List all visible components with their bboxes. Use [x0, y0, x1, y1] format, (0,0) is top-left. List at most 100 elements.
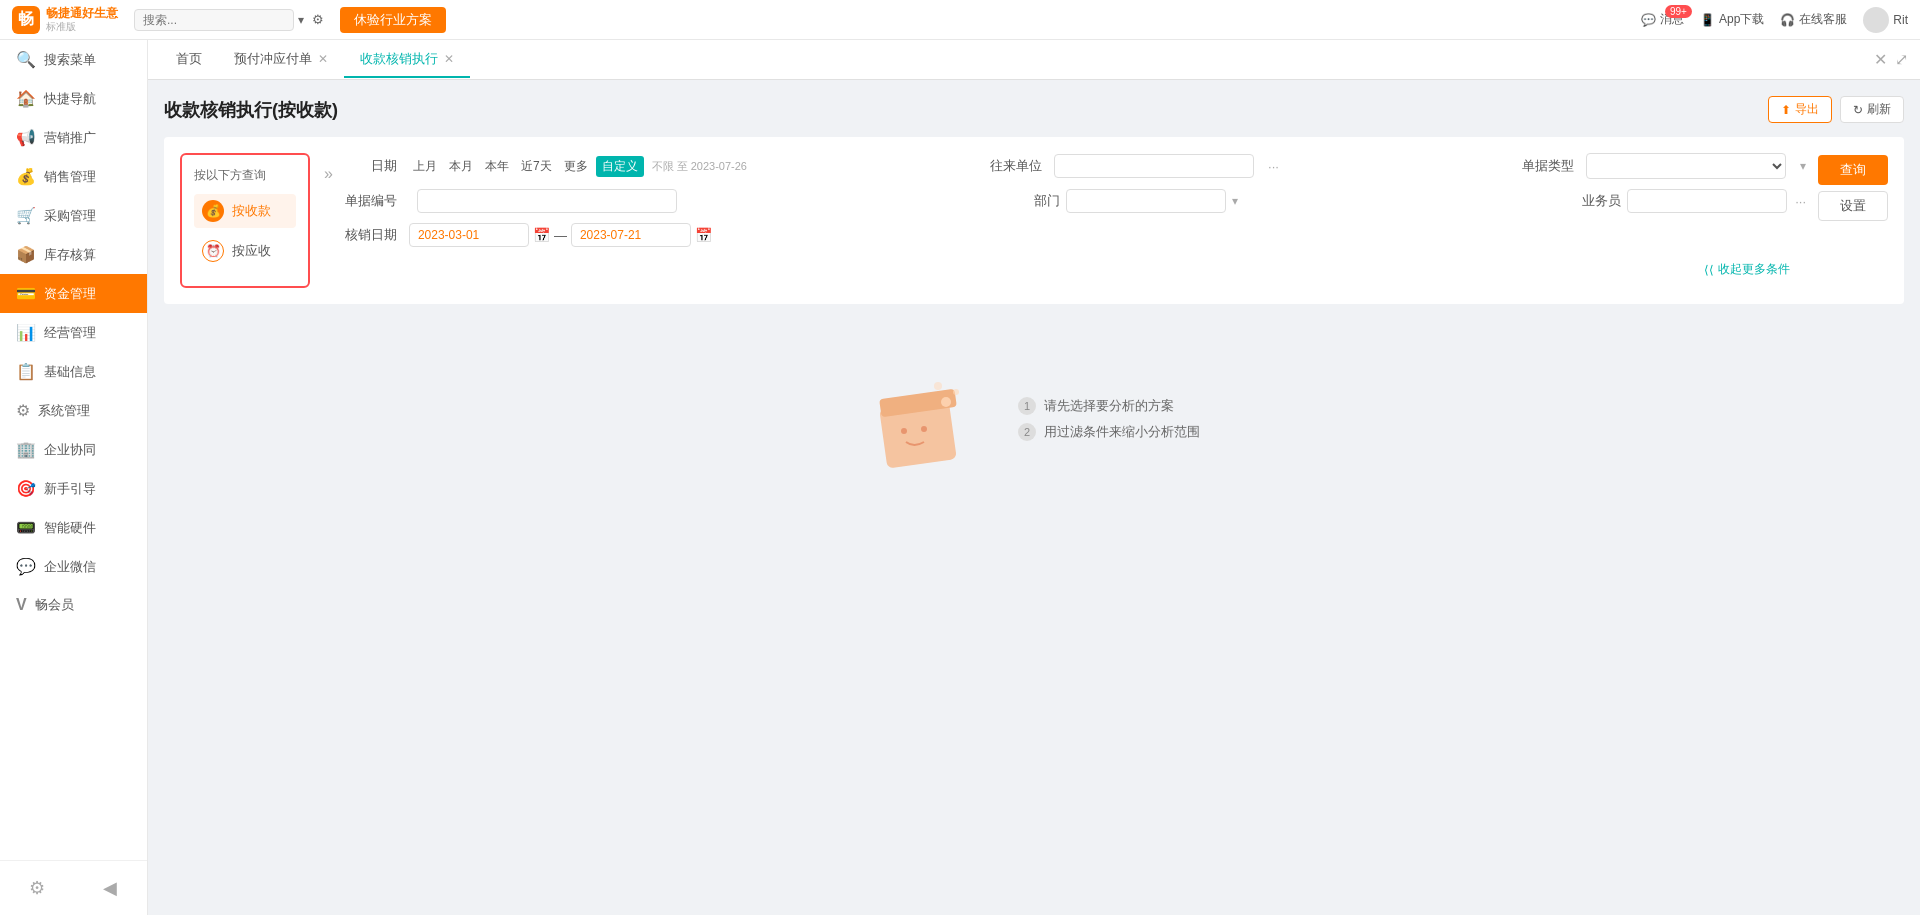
inventory-icon: 📦: [16, 245, 36, 264]
tab-prepay[interactable]: 预付冲应付单 ✕: [218, 42, 344, 78]
svg-point-6: [934, 382, 942, 390]
hint-item-2: 2 用过滤条件来缩小分析范围: [1018, 423, 1200, 441]
message-badge: 99+: [1665, 5, 1692, 18]
tab-expand-icon[interactable]: ⤢: [1895, 50, 1908, 69]
hint-text-2: 用过滤条件来缩小分析范围: [1044, 423, 1200, 441]
hint-num-2: 2: [1018, 423, 1036, 441]
export-icon: ⬆: [1781, 103, 1791, 117]
sidebar-item-finance[interactable]: 💳 资金管理: [0, 274, 147, 313]
sidebar-collapse-btn[interactable]: ◀: [74, 869, 148, 907]
filter-collapse-btn[interactable]: »: [324, 153, 333, 183]
tab-prepay-label: 预付冲应付单: [234, 50, 312, 68]
marketing-icon: 📢: [16, 128, 36, 147]
writeoff-end-calendar-icon[interactable]: 📅: [695, 227, 712, 243]
writeoff-date-end[interactable]: [571, 223, 691, 247]
sidebar-item-vip[interactable]: V 畅会员: [0, 586, 147, 624]
page-header-actions: ⬆ 导出 ↻ 刷新: [1768, 96, 1904, 123]
doc-type-select[interactable]: [1586, 153, 1786, 179]
collapse-more-btn[interactable]: ⟨⟨ 收起更多条件: [1704, 261, 1790, 278]
sidebar-item-basic-info[interactable]: 📋 基础信息: [0, 352, 147, 391]
tab-receive-writeoff-close[interactable]: ✕: [444, 52, 454, 66]
doc-no-input[interactable]: [417, 189, 677, 213]
date-tab-last-month[interactable]: 上月: [409, 156, 441, 177]
date-tab-custom[interactable]: 自定义: [596, 156, 644, 177]
writeoff-date-inputs: 📅 — 📅: [409, 223, 712, 247]
filter-row-docno: 单据编号 部门 ▾ 业务员 ···: [345, 189, 1806, 213]
sidebar-item-label: 采购管理: [44, 207, 96, 225]
sidebar-settings-btn[interactable]: ⚙: [0, 869, 74, 907]
sidebar-item-guide[interactable]: 🎯 新手引导: [0, 469, 147, 508]
app-download-label: App下载: [1719, 11, 1764, 28]
finance-icon: 💳: [16, 284, 36, 303]
user-area[interactable]: Rit: [1863, 7, 1908, 33]
sidebar-item-inventory[interactable]: 📦 库存核算: [0, 235, 147, 274]
writeoff-start-calendar-icon[interactable]: 📅: [533, 227, 550, 243]
date-tab-more[interactable]: 更多: [560, 156, 592, 177]
writeoff-date-label: 核销日期: [345, 226, 397, 244]
tab-home[interactable]: 首页: [160, 42, 218, 78]
tab-bar-actions: ✕ ⤢: [1874, 50, 1908, 69]
topbar-dropdown-icon[interactable]: ▾: [298, 13, 304, 27]
sidebar-item-operations[interactable]: 📊 经营管理: [0, 313, 147, 352]
tab-bar: 首页 预付冲应付单 ✕ 收款核销执行 ✕ ✕ ⤢: [148, 40, 1920, 80]
date-tab-this-year[interactable]: 本年: [481, 156, 513, 177]
dept-input[interactable]: [1066, 189, 1226, 213]
staff-input[interactable]: [1627, 189, 1787, 213]
solution-button[interactable]: 休验行业方案: [340, 7, 446, 33]
sidebar-item-quick-nav[interactable]: 🏠 快捷导航: [0, 79, 147, 118]
query-button[interactable]: 查询: [1818, 155, 1888, 185]
empty-content: 1 请先选择要分析的方案 2 用过滤条件来缩小分析范围: [868, 364, 1200, 474]
by-receivable-label: 按应收: [232, 242, 271, 260]
counterparty-label: 往来单位: [990, 157, 1042, 175]
tab-prepay-close[interactable]: ✕: [318, 52, 328, 66]
empty-hints: 1 请先选择要分析的方案 2 用过滤条件来缩小分析范围: [1018, 397, 1200, 441]
svg-point-4: [941, 397, 951, 407]
date-tab-this-month[interactable]: 本月: [445, 156, 477, 177]
sidebar-item-wechat[interactable]: 💬 企业微信: [0, 547, 147, 586]
sidebar-item-sales[interactable]: 💰 销售管理: [0, 157, 147, 196]
empty-illustration: [868, 364, 978, 474]
sidebar-item-label: 快捷导航: [44, 90, 96, 108]
export-label: 导出: [1795, 101, 1819, 118]
by-receive-icon: 💰: [202, 200, 224, 222]
date-tabs: 上月 本月 本年 近7天 更多 自定义 不限 至 2023-07-26: [409, 156, 747, 177]
collapse-label: 收起更多条件: [1718, 261, 1790, 278]
online-service-label: 在线客服: [1799, 11, 1847, 28]
counterparty-dots[interactable]: ···: [1268, 159, 1279, 174]
purchase-icon: 🛒: [16, 206, 36, 225]
collapse-icon: ⟨⟨: [1704, 263, 1714, 277]
dept-label: 部门: [1008, 192, 1060, 210]
sidebar-item-marketing[interactable]: 📢 营销推广: [0, 118, 147, 157]
topbar-gear-icon[interactable]: ⚙: [312, 12, 324, 27]
date-tab-7days[interactable]: 近7天: [517, 156, 556, 177]
online-service-btn[interactable]: 🎧 在线客服: [1780, 11, 1847, 28]
setting-button[interactable]: 设置: [1818, 191, 1888, 221]
tab-close-all-icon[interactable]: ✕: [1874, 50, 1887, 69]
doc-type-label: 单据类型: [1522, 157, 1574, 175]
refresh-button[interactable]: ↻ 刷新: [1840, 96, 1904, 123]
filter-form: 日期 上月 本月 本年 近7天 更多 自定义 不限 至 2023-07-26: [345, 153, 1806, 288]
svg-point-3: [921, 426, 927, 432]
sidebar-item-label: 销售管理: [44, 168, 96, 186]
dept-field: 部门 ▾: [1008, 189, 1238, 213]
message-btn[interactable]: 💬 消息 99+: [1641, 11, 1684, 28]
app-download-btn[interactable]: 📱 App下载: [1700, 11, 1764, 28]
filter-option-by-receivable[interactable]: ⏰ 按应收: [194, 234, 296, 268]
sidebar-item-search-menu[interactable]: 🔍 搜索菜单: [0, 40, 147, 79]
staff-dots[interactable]: ···: [1795, 194, 1806, 209]
export-button[interactable]: ⬆ 导出: [1768, 96, 1832, 123]
sidebar-item-enterprise[interactable]: 🏢 企业协同: [0, 430, 147, 469]
topbar-search-input[interactable]: [134, 9, 294, 31]
filter-option-by-receive[interactable]: 💰 按收款: [194, 194, 296, 228]
sidebar-item-system[interactable]: ⚙ 系统管理: [0, 391, 147, 430]
writeoff-date-start[interactable]: [409, 223, 529, 247]
tab-receive-writeoff[interactable]: 收款核销执行 ✕: [344, 42, 470, 78]
search-menu-icon: 🔍: [16, 50, 36, 69]
sidebar-item-smart-hw[interactable]: 📟 智能硬件: [0, 508, 147, 547]
doc-no-label: 单据编号: [345, 192, 397, 210]
sidebar-item-purchase[interactable]: 🛒 采购管理: [0, 196, 147, 235]
sidebar-item-label: 资金管理: [44, 285, 96, 303]
counterparty-input[interactable]: [1054, 154, 1254, 178]
brand-edition: 标准版: [46, 21, 118, 33]
dept-dropdown-icon: ▾: [1232, 194, 1238, 208]
